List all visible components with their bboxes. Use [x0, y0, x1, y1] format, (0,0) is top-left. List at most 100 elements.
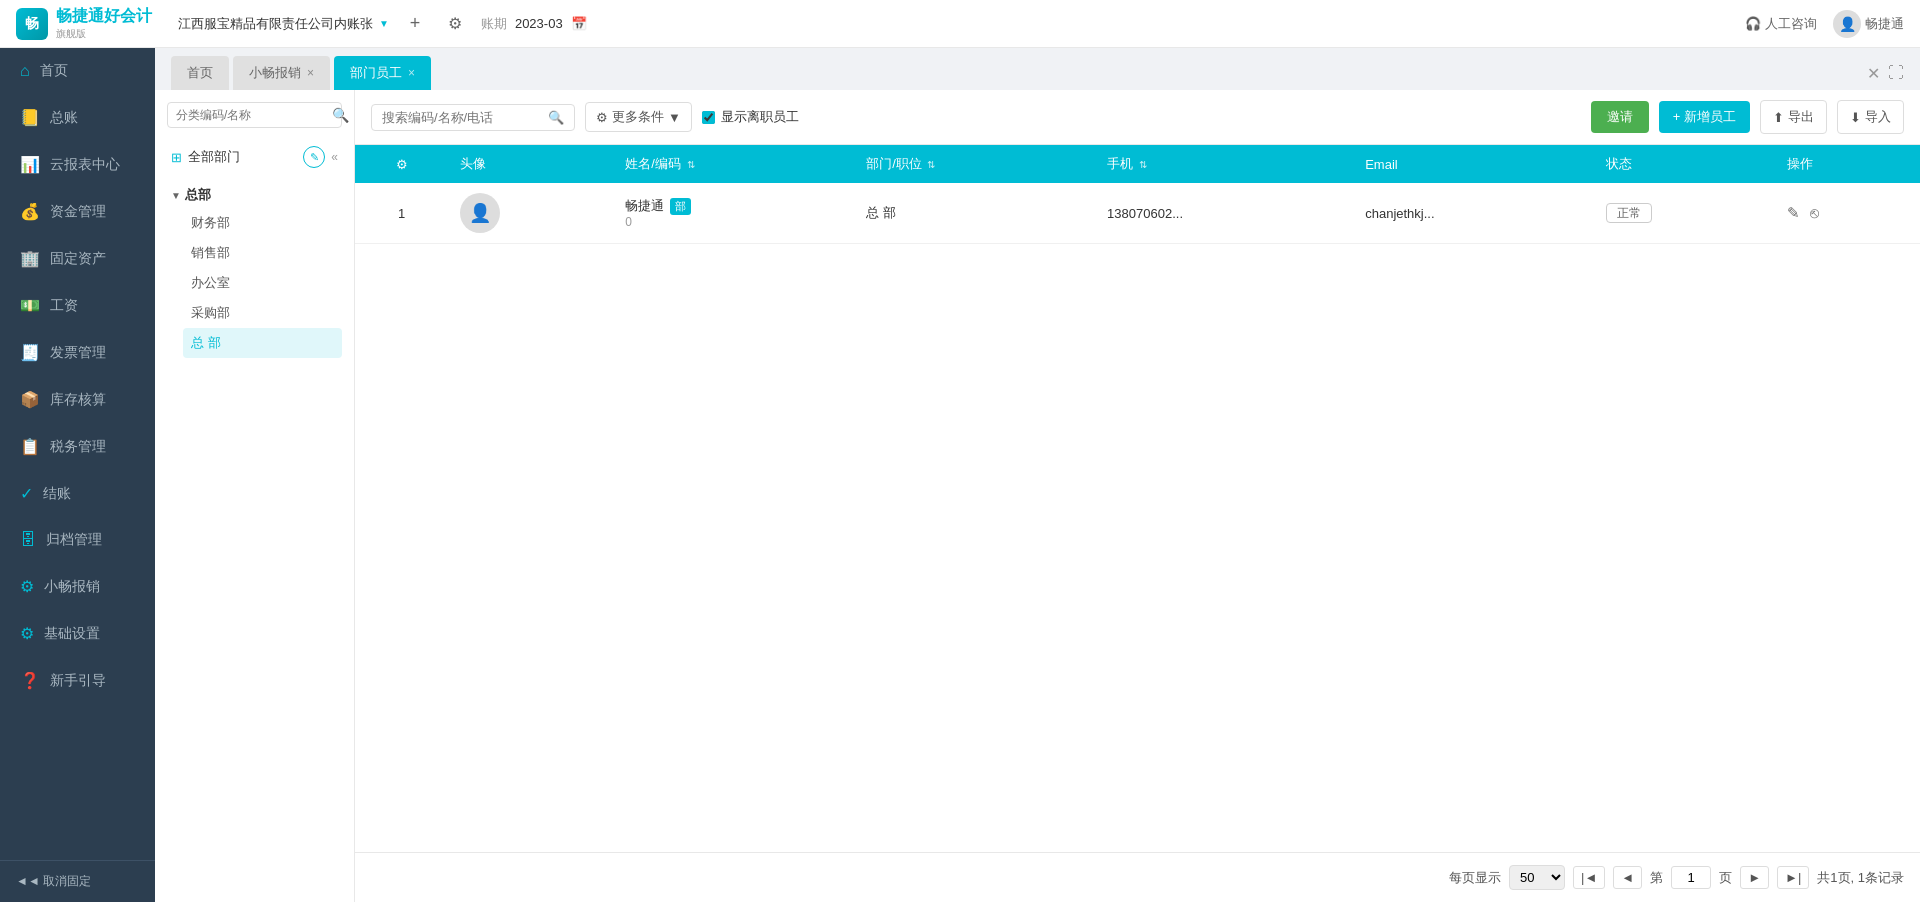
- sidebar-item-ledger[interactable]: 📒 总账: [0, 94, 155, 141]
- expand-icon: ▼: [171, 190, 181, 201]
- employee-toolbar: 🔍 ⚙ 更多条件 ▼ 显示离职员工 邀请: [355, 90, 1920, 145]
- export-button[interactable]: ⬆ 导出: [1760, 100, 1827, 134]
- logout-action-icon[interactable]: ⎋: [1810, 204, 1819, 222]
- dept-item-zongbu[interactable]: 总 部: [183, 328, 342, 358]
- sidebar-item-home[interactable]: ⌂ 首页: [0, 48, 155, 94]
- period-label: 账期: [481, 15, 507, 33]
- dept-item-caigou[interactable]: 采购部: [183, 298, 342, 328]
- inventory-icon: 📦: [20, 390, 40, 409]
- col-dept-position[interactable]: 部门/职位 ⇅: [854, 145, 1095, 183]
- capital-icon: 💰: [20, 202, 40, 221]
- show-resigned-checkbox[interactable]: [702, 111, 715, 124]
- dept-root[interactable]: ▼ 总部: [167, 182, 342, 208]
- settings-icon[interactable]: ⚙: [441, 10, 469, 38]
- invite-button[interactable]: 邀请: [1591, 101, 1649, 133]
- edit-action-icon[interactable]: ✎: [1787, 204, 1800, 222]
- employee-search-box[interactable]: 🔍: [371, 104, 575, 131]
- next-page-button[interactable]: ►: [1740, 866, 1769, 889]
- add-employee-button[interactable]: + 新增员工: [1659, 101, 1750, 133]
- company-selector[interactable]: 江西服宝精品有限责任公司内账张 ▼: [178, 15, 389, 33]
- employee-table: ⚙ 头像 姓名/编码 ⇅ 部门/职位 ⇅: [355, 145, 1920, 852]
- sidebar-unpin-button[interactable]: ◄◄ 取消固定: [0, 860, 155, 902]
- grid-icon: ⊞: [171, 150, 182, 165]
- dept-search-input[interactable]: [176, 108, 326, 122]
- col-status: 状态: [1594, 145, 1775, 183]
- sidebar-item-guide[interactable]: ❓ 新手引导: [0, 657, 155, 704]
- phone-sort-icon: ⇅: [1139, 159, 1147, 170]
- dept-collapse-button[interactable]: «: [331, 150, 338, 164]
- dept-panel: 🔍 ⊞ 全部部门 ✎ « ▼ 总部 财务部: [155, 90, 355, 902]
- col-phone[interactable]: 手机 ⇅: [1095, 145, 1353, 183]
- dept-item-caiwu[interactable]: 财务部: [183, 208, 342, 238]
- top-header: 畅 畅捷通好会计 旗舰版 江西服宝精品有限责任公司内账张 ▼ + ⚙ 账期 20…: [0, 0, 1920, 48]
- dept-item-bangongshi[interactable]: 办公室: [183, 268, 342, 298]
- tab-home[interactable]: 首页: [171, 56, 229, 90]
- tab-dept-employee[interactable]: 部门员工 ×: [334, 56, 431, 90]
- logo-icon: 畅: [16, 8, 48, 40]
- dept-tree-children: 财务部 销售部 办公室 采购部 总 部: [167, 208, 342, 358]
- page-size-label: 每页显示: [1449, 869, 1501, 887]
- sidebar-item-invoice[interactable]: 🧾 发票管理: [0, 329, 155, 376]
- dept-item-xiaoshou[interactable]: 销售部: [183, 238, 342, 268]
- tab-home-label: 首页: [187, 64, 213, 82]
- page-number-input[interactable]: [1671, 866, 1711, 889]
- dept-root-label: 总部: [185, 186, 211, 204]
- sidebar-item-label: 归档管理: [46, 531, 102, 549]
- add-button[interactable]: +: [401, 10, 429, 38]
- settings-nav-icon: ⚙: [20, 624, 34, 643]
- employee-avatar: 👤: [460, 193, 500, 233]
- sidebar-item-settings[interactable]: ⚙ 基础设置: [0, 610, 155, 657]
- tab-dept-employee-close[interactable]: ×: [408, 66, 415, 80]
- sidebar-item-assets[interactable]: 🏢 固定资产: [0, 235, 155, 282]
- sidebar: ⌂ 首页 📒 总账 📊 云报表中心 💰 资金管理 🏢 固定资产 💵 工资 🧾 发…: [0, 48, 155, 902]
- dept-edit-button[interactable]: ✎: [303, 146, 325, 168]
- calendar-icon[interactable]: 📅: [571, 16, 587, 31]
- window-close-icon[interactable]: ✕: [1867, 64, 1880, 83]
- logo-area: 畅 畅捷通好会计 旗舰版: [16, 6, 166, 41]
- col-settings-icon[interactable]: ⚙: [396, 157, 408, 172]
- sidebar-item-label: 总账: [50, 109, 78, 127]
- user-area[interactable]: 👤 畅捷通: [1833, 10, 1904, 38]
- import-button[interactable]: ⬇ 导入: [1837, 100, 1904, 134]
- page-unit: 页: [1719, 869, 1732, 887]
- tab-expense[interactable]: 小畅报销 ×: [233, 56, 330, 90]
- avatar-icon: 👤: [469, 202, 491, 224]
- row-actions: ✎ ⎋: [1775, 183, 1920, 244]
- employee-search-icon[interactable]: 🔍: [548, 110, 564, 125]
- prev-page-button[interactable]: ◄: [1613, 866, 1642, 889]
- tab-window-controls: ✕ ⛶: [1867, 64, 1904, 83]
- sidebar-item-label: 首页: [40, 62, 68, 80]
- toolbar-right: 邀请 + 新增员工 ⬆ 导出 ⬇ 导入: [1591, 100, 1904, 134]
- name-sort-icon: ⇅: [687, 159, 695, 170]
- dept-search-box[interactable]: 🔍: [167, 102, 342, 128]
- col-actions: 操作: [1775, 145, 1920, 183]
- sidebar-item-label: 发票管理: [50, 344, 106, 362]
- sidebar-item-salary[interactable]: 💵 工资: [0, 282, 155, 329]
- period-value[interactable]: 2023-03: [515, 16, 563, 31]
- support-button[interactable]: 🎧 人工咨询: [1745, 15, 1817, 33]
- last-page-button[interactable]: ►|: [1777, 866, 1809, 889]
- sidebar-item-inventory[interactable]: 📦 库存核算: [0, 376, 155, 423]
- sidebar-item-tax[interactable]: 📋 税务管理: [0, 423, 155, 470]
- sidebar-item-settle[interactable]: ✓ 结账: [0, 470, 155, 517]
- invoice-icon: 🧾: [20, 343, 40, 362]
- tab-expense-close[interactable]: ×: [307, 66, 314, 80]
- dept-all-depts[interactable]: ⊞ 全部部门 ✎ «: [167, 140, 342, 174]
- dept-search-icon[interactable]: 🔍: [332, 107, 349, 123]
- row-email: chanjethkj...: [1353, 183, 1594, 244]
- row-status: 正常: [1594, 183, 1775, 244]
- col-name-code[interactable]: 姓名/编码 ⇅: [613, 145, 854, 183]
- employee-search-input[interactable]: [382, 110, 542, 125]
- show-resigned-label[interactable]: 显示离职员工: [721, 108, 799, 126]
- reports-icon: 📊: [20, 155, 40, 174]
- first-page-button[interactable]: |◄: [1573, 866, 1605, 889]
- sidebar-item-reports[interactable]: 📊 云报表中心: [0, 141, 155, 188]
- app-name: 畅捷通好会计: [56, 6, 152, 27]
- sidebar-item-archive[interactable]: 🗄 归档管理: [0, 517, 155, 563]
- filter-button[interactable]: ⚙ 更多条件 ▼: [585, 102, 692, 132]
- page-size-select[interactable]: 50 100 200: [1509, 865, 1565, 890]
- sidebar-item-capital[interactable]: 💰 资金管理: [0, 188, 155, 235]
- assets-icon: 🏢: [20, 249, 40, 268]
- sidebar-item-expense[interactable]: ⚙ 小畅报销: [0, 563, 155, 610]
- window-maximize-icon[interactable]: ⛶: [1888, 64, 1904, 83]
